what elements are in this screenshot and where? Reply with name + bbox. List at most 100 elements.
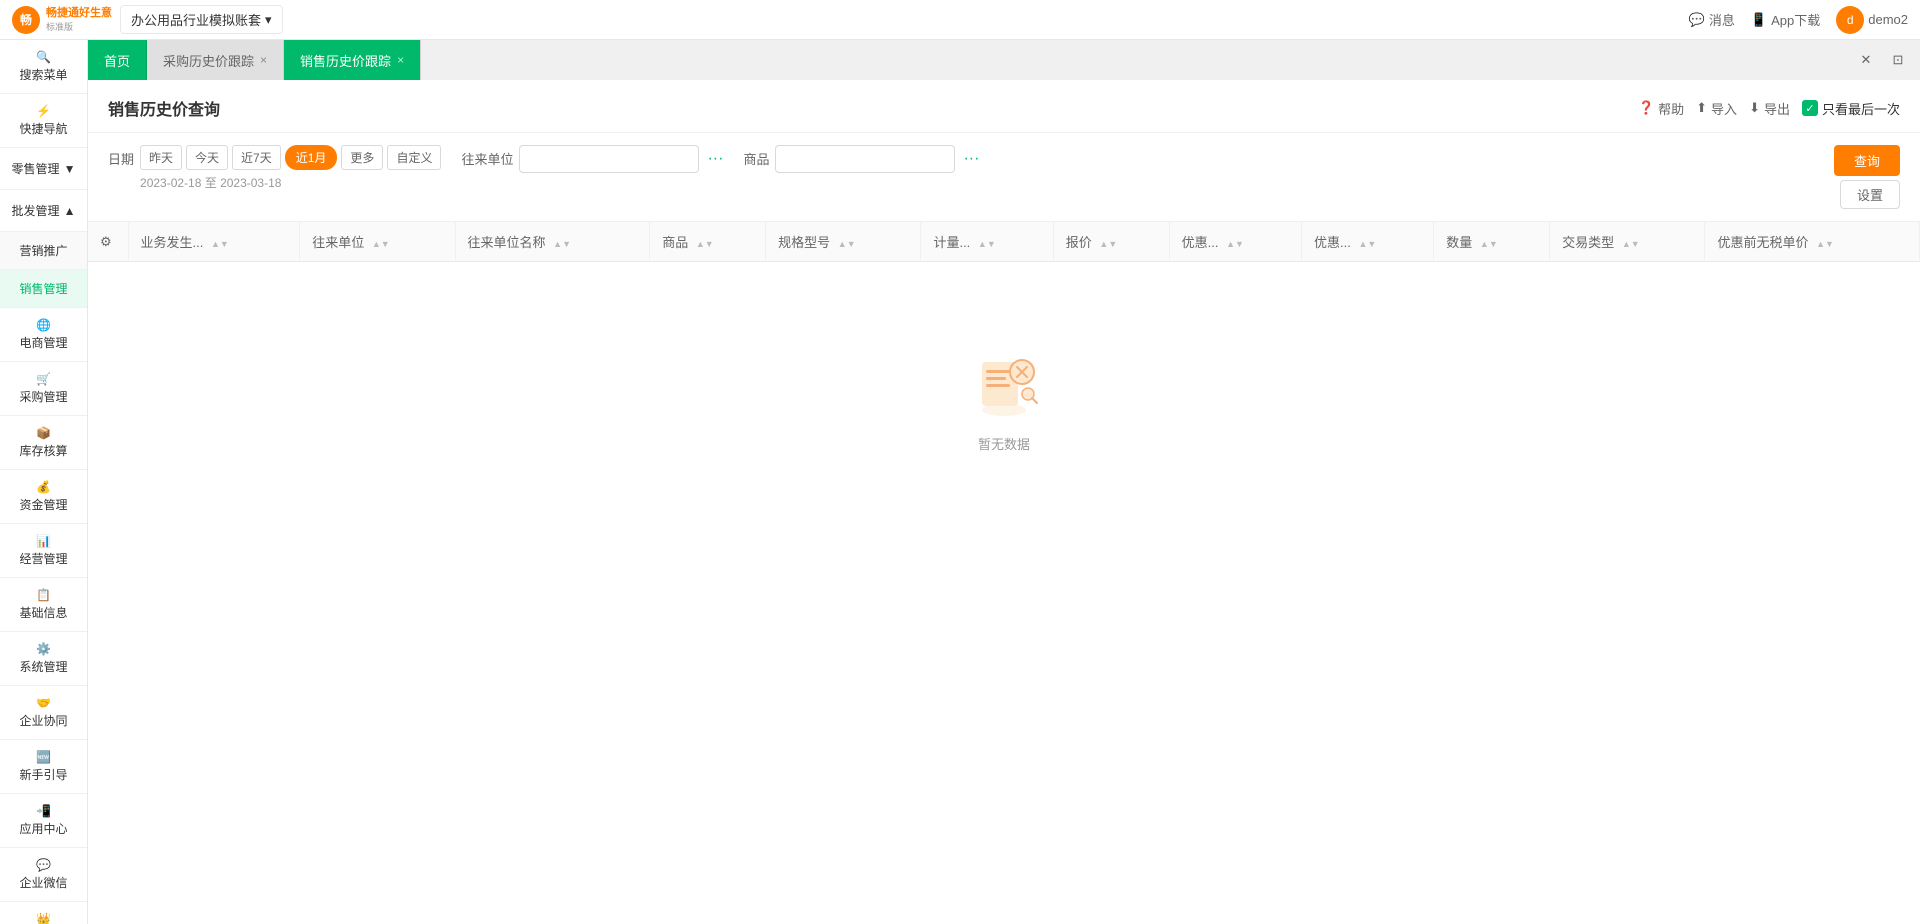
th-unit[interactable]: 计量... ▲▼ [921,222,1053,262]
message-action[interactable]: 💬 消息 [1689,10,1735,29]
sidebar-item-info[interactable]: 📋 基础信息 [0,578,87,632]
th-price[interactable]: 报价 ▲▼ [1053,222,1169,262]
th-trade-type-label: 交易类型 [1562,235,1614,250]
th-goods-label: 商品 [662,235,688,250]
sort-icon-12: ▲▼ [1816,239,1834,249]
date-btn-1month[interactable]: 近1月 [285,145,338,170]
ecommerce-icon: 🌐 [36,318,51,332]
download-action[interactable]: 📱 App下载 [1751,10,1820,29]
sidebar-item-wholesale[interactable]: 批发管理 ▲ [0,190,87,232]
th-settings[interactable]: ⚙ [88,222,128,262]
top-bar-right: 💬 消息 📱 App下载 d demo2 [1689,6,1908,34]
sales-label: 销售管理 [19,280,67,297]
tab-sales-close-icon[interactable]: × [397,53,404,67]
user-area[interactable]: d demo2 [1836,6,1908,34]
ecommerce-label: 电商管理 [19,334,67,351]
workspace-selector[interactable]: 办公用品行业模拟账套 ▾ [120,5,283,34]
sidebar-submenu: 营销推广 销售管理 [0,232,87,308]
sort-icon-1: ▲▼ [211,239,229,249]
sidebar-search-label: 搜索菜单 [19,66,67,83]
th-discount1[interactable]: 优惠... ▲▼ [1169,222,1301,262]
th-spec[interactable]: 规格型号 ▲▼ [766,222,921,262]
tab-purchase-history[interactable]: 采购历史价跟踪 × [147,40,284,80]
sidebar-item-system[interactable]: ⚙️ 系统管理 [0,632,87,686]
sidebar-item-collab[interactable]: 🤝 企业协同 [0,686,87,740]
purchase-icon: 🛒 [36,372,51,386]
settings-button[interactable]: 设置 [1840,180,1900,209]
th-business-date[interactable]: 业务发生... ▲▼ [128,222,300,262]
date-btn-7days[interactable]: 近7天 [232,145,281,170]
th-quantity[interactable]: 数量 ▲▼ [1434,222,1550,262]
tab-bar: 首页 采购历史价跟踪 × 销售历史价跟踪 × ✕ ⊡ [88,40,1920,80]
retail-arrow-icon: ▼ [64,162,76,176]
download-icon: 📱 [1751,12,1767,28]
goods-dots-icon[interactable]: ··· [963,150,979,168]
filter-area: 日期 昨天 今天 近7天 近1月 更多 自定义 2023-02-18 至 202… [88,133,1920,222]
th-trade-type[interactable]: 交易类型 ▲▼ [1550,222,1705,262]
date-btn-today[interactable]: 今天 [186,145,228,170]
th-partner-name[interactable]: 往来单位名称 ▲▼ [455,222,650,262]
info-icon: 📋 [36,588,51,602]
th-partner[interactable]: 往来单位 ▲▼ [300,222,455,262]
export-label: 导出 [1764,99,1790,118]
th-pretax-price-label: 优惠前无税单价 [1717,235,1808,250]
export-action[interactable]: ⬇ 导出 [1749,99,1790,118]
wholesale-label: 批发管理 [12,202,60,219]
th-spec-label: 规格型号 [778,235,830,250]
tab-sales-history[interactable]: 销售历史价跟踪 × [284,40,421,80]
app-center-icon: 📲 [36,804,51,818]
partner-input-group: ··· [519,145,723,173]
message-icon: 💬 [1689,12,1705,28]
sidebar-item-apps[interactable]: 📲 应用中心 [0,794,87,848]
sidebar-item-ecommerce[interactable]: 🌐 电商管理 [0,308,87,362]
date-buttons: 昨天 今天 近7天 近1月 更多 自定义 [140,145,441,170]
sidebar-item-marketing[interactable]: 营销推广 [0,232,87,270]
sidebar-item-inventory[interactable]: 📦 库存核算 [0,416,87,470]
sidebar-item-sales[interactable]: 销售管理 [0,270,87,308]
tab-home[interactable]: 首页 [88,40,147,80]
only-last-label: 只看最后一次 [1822,99,1900,118]
content-area: 首页 采购历史价跟踪 × 销售历史价跟踪 × ✕ ⊡ 销售历史价查询 [88,40,1920,924]
filter-date-group: 日期 昨天 今天 近7天 近1月 更多 自定义 2023-02-18 至 202… [108,145,441,191]
goods-input-group: ··· [775,145,979,173]
only-last-checkbox[interactable]: ✓ 只看最后一次 [1802,99,1900,118]
th-partner-name-label: 往来单位名称 [468,235,546,250]
import-label: 导入 [1711,99,1737,118]
sidebar-item-search[interactable]: 🔍 搜索菜单 [0,40,87,94]
sidebar-item-wechat[interactable]: 💬 企业微信 [0,848,87,902]
th-discount2[interactable]: 优惠... ▲▼ [1301,222,1433,262]
tab-purchase-close-icon[interactable]: × [260,53,267,67]
import-action[interactable]: ⬆ 导入 [1696,99,1737,118]
tab-home-label: 首页 [104,51,130,70]
tab-maximize-button[interactable]: ⊡ [1884,46,1912,74]
sort-icon-8: ▲▼ [1226,239,1244,249]
tab-close-all-button[interactable]: ✕ [1852,46,1880,74]
date-btn-custom[interactable]: 自定义 [387,145,441,170]
guide-icon: 🆕 [36,750,51,764]
help-action[interactable]: ❓ 帮助 [1638,99,1684,118]
sidebar-item-nav[interactable]: ⚡ 快捷导航 [0,94,87,148]
message-label: 消息 [1709,10,1735,29]
partner-input[interactable] [519,145,699,173]
filter-goods-group: 商品 ··· [743,145,979,173]
logo-text: 畅捷通好生意 [46,6,112,20]
th-quantity-label: 数量 [1446,235,1472,250]
query-button[interactable]: 查询 [1834,145,1900,176]
partner-dots-icon[interactable]: ··· [707,150,723,168]
filter-partner-group: 往来单位 ··· [461,145,723,173]
sidebar-item-business[interactable]: 📊 经营管理 [0,524,87,578]
date-range-text: 2023-02-18 至 2023-03-18 [140,174,441,191]
sidebar-item-purchase[interactable]: 🛒 采购管理 [0,362,87,416]
th-goods[interactable]: 商品 ▲▼ [650,222,766,262]
help-icon: ❓ [1638,100,1654,116]
goods-input[interactable] [775,145,955,173]
sidebar-item-guide[interactable]: 🆕 新手引导 [0,740,87,794]
sidebar-item-finance[interactable]: 💰 资金管理 [0,470,87,524]
date-btn-more[interactable]: 更多 [341,145,383,170]
sort-icon-3: ▲▼ [553,239,571,249]
th-pretax-price[interactable]: 优惠前无税单价 ▲▼ [1705,222,1920,262]
date-btn-yesterday[interactable]: 昨天 [140,145,182,170]
import-icon: ⬆ [1696,100,1707,116]
sidebar-item-retail[interactable]: 零售管理 ▼ [0,148,87,190]
sidebar-item-member[interactable]: 👑 畅会员 [0,902,87,924]
